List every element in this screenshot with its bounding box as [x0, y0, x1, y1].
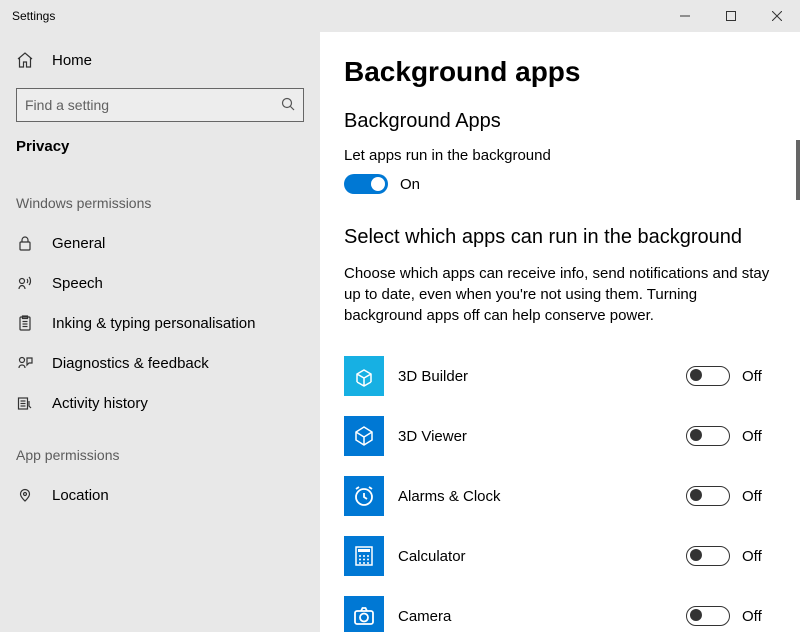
app-row-camera: Camera Off — [344, 586, 776, 632]
toggle-state-label: Off — [742, 428, 762, 445]
search-icon — [281, 97, 295, 114]
sidebar-item-general[interactable]: General — [0, 223, 320, 263]
window-controls — [662, 0, 800, 32]
minimize-button[interactable] — [662, 0, 708, 32]
sidebar-item-label: Activity history — [52, 395, 148, 412]
app-icon-calculator — [344, 536, 384, 576]
sidebar-item-activity[interactable]: Activity history — [0, 383, 320, 423]
scrollbar[interactable] — [796, 140, 800, 200]
app-icon-3d-viewer — [344, 416, 384, 456]
search-input[interactable] — [25, 97, 281, 113]
home-icon — [16, 51, 34, 69]
nav-group-header: Windows permissions — [0, 171, 320, 223]
page-title: Background apps — [344, 56, 776, 88]
app-icon-alarms — [344, 476, 384, 516]
app-icon-camera — [344, 596, 384, 632]
toggle-state-label: Off — [742, 548, 762, 565]
sidebar-item-speech[interactable]: Speech — [0, 263, 320, 303]
lock-icon — [16, 234, 34, 252]
app-row-3d-builder: 3D Builder Off — [344, 346, 776, 406]
app-toggle[interactable] — [686, 606, 730, 626]
setting-label: Let apps run in the background — [344, 147, 776, 164]
section-title: Select which apps can run in the backgro… — [344, 226, 776, 249]
nav-group-header: App permissions — [0, 423, 320, 475]
home-nav[interactable]: Home — [0, 40, 320, 80]
toggle-state-label: Off — [742, 488, 762, 505]
toggle-state-label: Off — [742, 608, 762, 625]
app-name: Alarms & Clock — [398, 488, 672, 505]
app-toggle[interactable] — [686, 546, 730, 566]
close-button[interactable] — [754, 0, 800, 32]
window-title: Settings — [0, 9, 662, 23]
app-toggle[interactable] — [686, 486, 730, 506]
app-name: 3D Builder — [398, 368, 672, 385]
app-name: 3D Viewer — [398, 428, 672, 445]
activity-icon — [16, 394, 34, 412]
clipboard-icon — [16, 314, 34, 332]
sidebar-item-location[interactable]: Location — [0, 475, 320, 515]
speech-icon — [16, 274, 34, 292]
main-content: Background apps Background Apps Let apps… — [320, 32, 800, 632]
sidebar-item-label: Speech — [52, 275, 103, 292]
section-title: Background Apps — [344, 110, 776, 133]
sidebar-item-label: General — [52, 235, 105, 252]
app-row-calculator: Calculator Off — [344, 526, 776, 586]
feedback-icon — [16, 354, 34, 372]
app-toggle[interactable] — [686, 426, 730, 446]
sidebar: Home Privacy Windows permissions General… — [0, 32, 320, 632]
app-name: Camera — [398, 608, 672, 625]
background-apps-toggle[interactable] — [344, 174, 388, 194]
app-name: Calculator — [398, 548, 672, 565]
search-box[interactable] — [16, 88, 304, 122]
titlebar: Settings — [0, 0, 800, 32]
toggle-state-label: Off — [742, 368, 762, 385]
sidebar-item-label: Inking & typing personalisation — [52, 315, 255, 332]
section-description: Choose which apps can receive info, send… — [344, 263, 774, 326]
sidebar-item-label: Diagnostics & feedback — [52, 355, 209, 372]
app-icon-3d-builder — [344, 356, 384, 396]
toggle-state-label: On — [400, 176, 420, 193]
category-label: Privacy — [0, 138, 320, 171]
sidebar-item-label: Location — [52, 487, 109, 504]
sidebar-item-diagnostics[interactable]: Diagnostics & feedback — [0, 343, 320, 383]
location-icon — [16, 486, 34, 504]
app-row-alarms-clock: Alarms & Clock Off — [344, 466, 776, 526]
app-toggle[interactable] — [686, 366, 730, 386]
sidebar-item-inking[interactable]: Inking & typing personalisation — [0, 303, 320, 343]
maximize-button[interactable] — [708, 0, 754, 32]
home-label: Home — [52, 52, 92, 69]
app-row-3d-viewer: 3D Viewer Off — [344, 406, 776, 466]
